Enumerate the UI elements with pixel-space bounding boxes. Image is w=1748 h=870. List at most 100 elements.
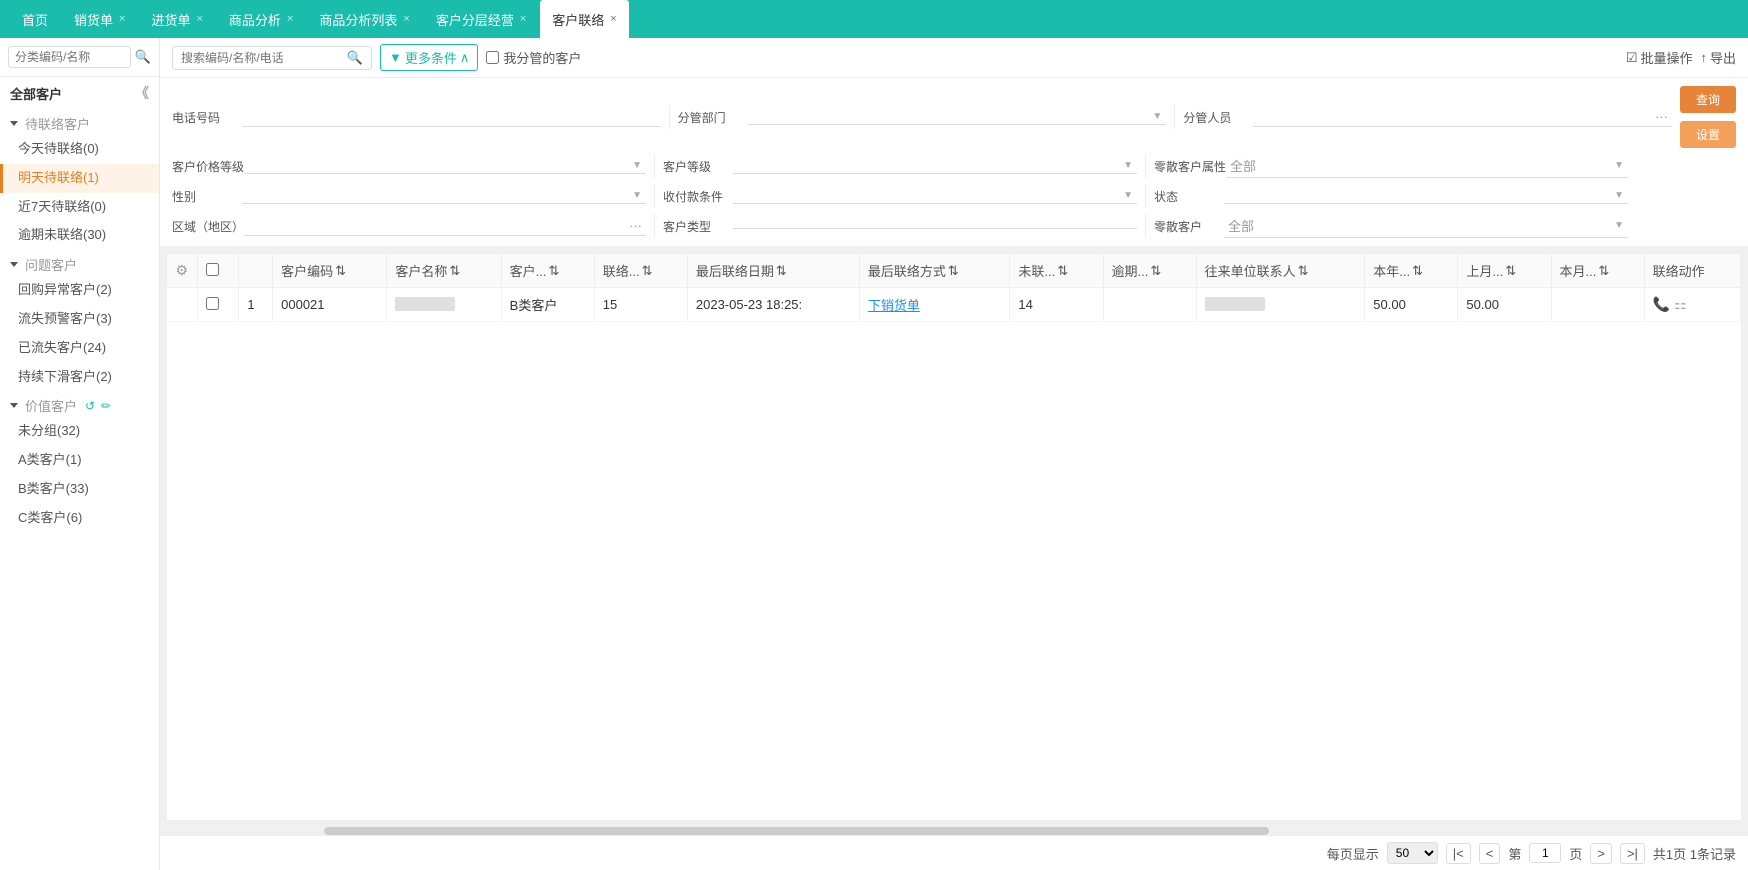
th-code: 客户编码⇅ bbox=[273, 254, 387, 288]
customer-price-select[interactable]: ▼ bbox=[244, 158, 646, 174]
nav-product-analysis[interactable]: 商品分析 × bbox=[217, 0, 305, 38]
area-select[interactable]: ··· bbox=[244, 216, 646, 236]
edit-icon[interactable]: ✏ bbox=[101, 399, 111, 413]
th-action: 联络动作 bbox=[1644, 254, 1740, 288]
row-select-checkbox[interactable] bbox=[206, 297, 219, 310]
per-page-select[interactable]: 50 100 200 bbox=[1387, 842, 1438, 864]
all-customers-header[interactable]: 全部客户 《 bbox=[0, 77, 159, 109]
export-button[interactable]: ↑ 导出 bbox=[1700, 48, 1736, 67]
row-type: B类客户 bbox=[501, 288, 594, 322]
phone-input[interactable] bbox=[242, 108, 661, 127]
sort-icon[interactable]: ⇅ bbox=[948, 263, 959, 279]
sort-icon[interactable]: ⇅ bbox=[1150, 263, 1161, 279]
query-button[interactable]: 查询 bbox=[1680, 86, 1736, 113]
column-settings-icon[interactable]: ⚙ bbox=[175, 262, 188, 278]
payment-select[interactable]: ▼ bbox=[733, 188, 1137, 204]
nav-customer-contact[interactable]: 客户联络 × bbox=[540, 0, 628, 38]
filter-row-3: 性别 ▼ 收付款条件 ▼ 状态 bbox=[172, 184, 1736, 208]
first-page-button[interactable]: |< bbox=[1446, 843, 1471, 864]
sidebar-item-class-c[interactable]: C类客户(6) bbox=[0, 504, 159, 533]
area-more-icon: ··· bbox=[629, 218, 642, 233]
sidebar-item-class-a[interactable]: A类客户(1) bbox=[0, 446, 159, 475]
retail-customer-select[interactable]: 全部 ▼ bbox=[1224, 214, 1628, 238]
scrollbar-thumb[interactable] bbox=[324, 827, 1270, 835]
filter-row-2: 客户价格等级 ▼ 客户等级 ▼ 零散客户属性 bbox=[172, 154, 1736, 178]
close-product-analysis-list-icon[interactable]: × bbox=[403, 13, 409, 25]
sidebar-search-icon[interactable]: 🔍 bbox=[135, 49, 151, 65]
sort-icon[interactable]: ⇅ bbox=[642, 263, 653, 279]
sidebar-item-tomorrow-contact[interactable]: 明天待联络(1) bbox=[0, 164, 159, 193]
th-overdue: 逾期...⇅ bbox=[1103, 254, 1196, 288]
sidebar-search-input[interactable] bbox=[8, 46, 131, 68]
sidebar-item-overdue-contact[interactable]: 逾期未联络(30) bbox=[0, 221, 159, 250]
retail-customer-chevron-icon: ▼ bbox=[1614, 220, 1624, 231]
level-chevron-icon: ▼ bbox=[1123, 160, 1133, 171]
sort-icon[interactable]: ⇅ bbox=[1412, 263, 1423, 279]
sidebar-item-churned[interactable]: 已流失客户(24) bbox=[0, 334, 159, 363]
th-name: 客户名称⇅ bbox=[387, 254, 501, 288]
dept-select[interactable]: ▼ bbox=[748, 109, 1167, 125]
sidebar-item-today-contact[interactable]: 今天待联络(0) bbox=[0, 135, 159, 164]
select-all-checkbox[interactable] bbox=[206, 263, 219, 276]
sidebar-item-churn-warning[interactable]: 流失预警客户(3) bbox=[0, 305, 159, 334]
refresh-icon[interactable]: ↺ bbox=[85, 399, 95, 413]
row-action-call-icon[interactable]: 📞 bbox=[1653, 296, 1670, 313]
search-icon[interactable]: 🔍 bbox=[347, 50, 363, 66]
page-suffix: 页 bbox=[1569, 844, 1582, 863]
sidebar-item-repurchase-anomaly[interactable]: 回购异常客户(2) bbox=[0, 276, 159, 305]
row-settings bbox=[167, 288, 197, 322]
status-select[interactable]: ▼ bbox=[1224, 188, 1628, 204]
page-input[interactable] bbox=[1529, 843, 1561, 863]
nav-home[interactable]: 首页 bbox=[10, 0, 60, 38]
row-overdue bbox=[1103, 288, 1196, 322]
th-last-date: 最后联络日期⇅ bbox=[687, 254, 859, 288]
sort-icon[interactable]: ⇅ bbox=[1057, 263, 1068, 279]
close-customer-contact-icon[interactable]: × bbox=[610, 13, 616, 25]
prev-page-button[interactable]: < bbox=[1479, 843, 1501, 864]
customer-type-select[interactable] bbox=[733, 224, 1137, 229]
collapse-icon[interactable]: 《 bbox=[135, 83, 149, 103]
sort-icon[interactable]: ⇅ bbox=[1598, 263, 1609, 279]
customer-level-select[interactable]: ▼ bbox=[733, 158, 1137, 174]
row-contact-count: 15 bbox=[594, 288, 687, 322]
close-customer-segmentation-icon[interactable]: × bbox=[520, 13, 526, 25]
close-sales-order-icon[interactable]: × bbox=[119, 13, 125, 25]
close-product-analysis-icon[interactable]: × bbox=[287, 13, 293, 25]
gender-field: 性别 ▼ bbox=[172, 188, 646, 205]
nav-sales-order[interactable]: 销货单 × bbox=[62, 0, 137, 38]
retail-attr-select[interactable]: 全部 ▼ bbox=[1226, 154, 1628, 178]
nav-purchase-order[interactable]: 进货单 × bbox=[139, 0, 214, 38]
sort-icon[interactable]: ⇅ bbox=[1505, 263, 1516, 279]
divider-1 bbox=[669, 105, 670, 129]
sidebar-item-declining[interactable]: 持续下滑客户(2) bbox=[0, 363, 159, 392]
nav-customer-segmentation[interactable]: 客户分层经营 × bbox=[424, 0, 538, 38]
sidebar-item-unclassified[interactable]: 未分组(32) bbox=[0, 417, 159, 446]
sort-icon[interactable]: ⇅ bbox=[449, 263, 460, 279]
next-page-button[interactable]: > bbox=[1590, 843, 1612, 864]
th-contact: 联络...⇅ bbox=[594, 254, 687, 288]
filter-button[interactable]: ▼ 更多条件 ∧ bbox=[380, 44, 478, 71]
set-button[interactable]: 设置 bbox=[1680, 121, 1736, 148]
close-purchase-order-icon[interactable]: × bbox=[196, 13, 202, 25]
last-page-button[interactable]: >| bbox=[1620, 843, 1645, 864]
sort-icon[interactable]: ⇅ bbox=[776, 263, 787, 279]
area-field: 区域（地区） ··· bbox=[172, 216, 646, 236]
divider-4 bbox=[1145, 154, 1146, 178]
batch-operation-button[interactable]: ☑ 批量操作 bbox=[1626, 48, 1693, 67]
th-checkbox bbox=[197, 254, 239, 288]
search-input[interactable] bbox=[181, 51, 347, 65]
sort-icon[interactable]: ⇅ bbox=[1298, 263, 1309, 279]
nav-product-analysis-list[interactable]: 商品分析列表 × bbox=[307, 0, 421, 38]
sort-icon[interactable]: ⇅ bbox=[335, 263, 346, 279]
horizontal-scrollbar[interactable] bbox=[166, 827, 1742, 835]
row-action-more-icon[interactable]: ⚏ bbox=[1674, 296, 1687, 313]
my-customers-checkbox[interactable] bbox=[486, 51, 499, 64]
manager-select[interactable]: ··· bbox=[1253, 107, 1672, 127]
sort-icon[interactable]: ⇅ bbox=[549, 263, 560, 279]
sidebar-item-class-b[interactable]: B类客户(33) bbox=[0, 475, 159, 504]
all-customers-label: 全部客户 bbox=[10, 84, 62, 103]
customer-type-field: 客户类型 bbox=[663, 218, 1137, 235]
sidebar-item-7day-contact[interactable]: 近7天待联络(0) bbox=[0, 193, 159, 222]
divider-3 bbox=[654, 154, 655, 178]
gender-select[interactable]: ▼ bbox=[242, 188, 646, 204]
